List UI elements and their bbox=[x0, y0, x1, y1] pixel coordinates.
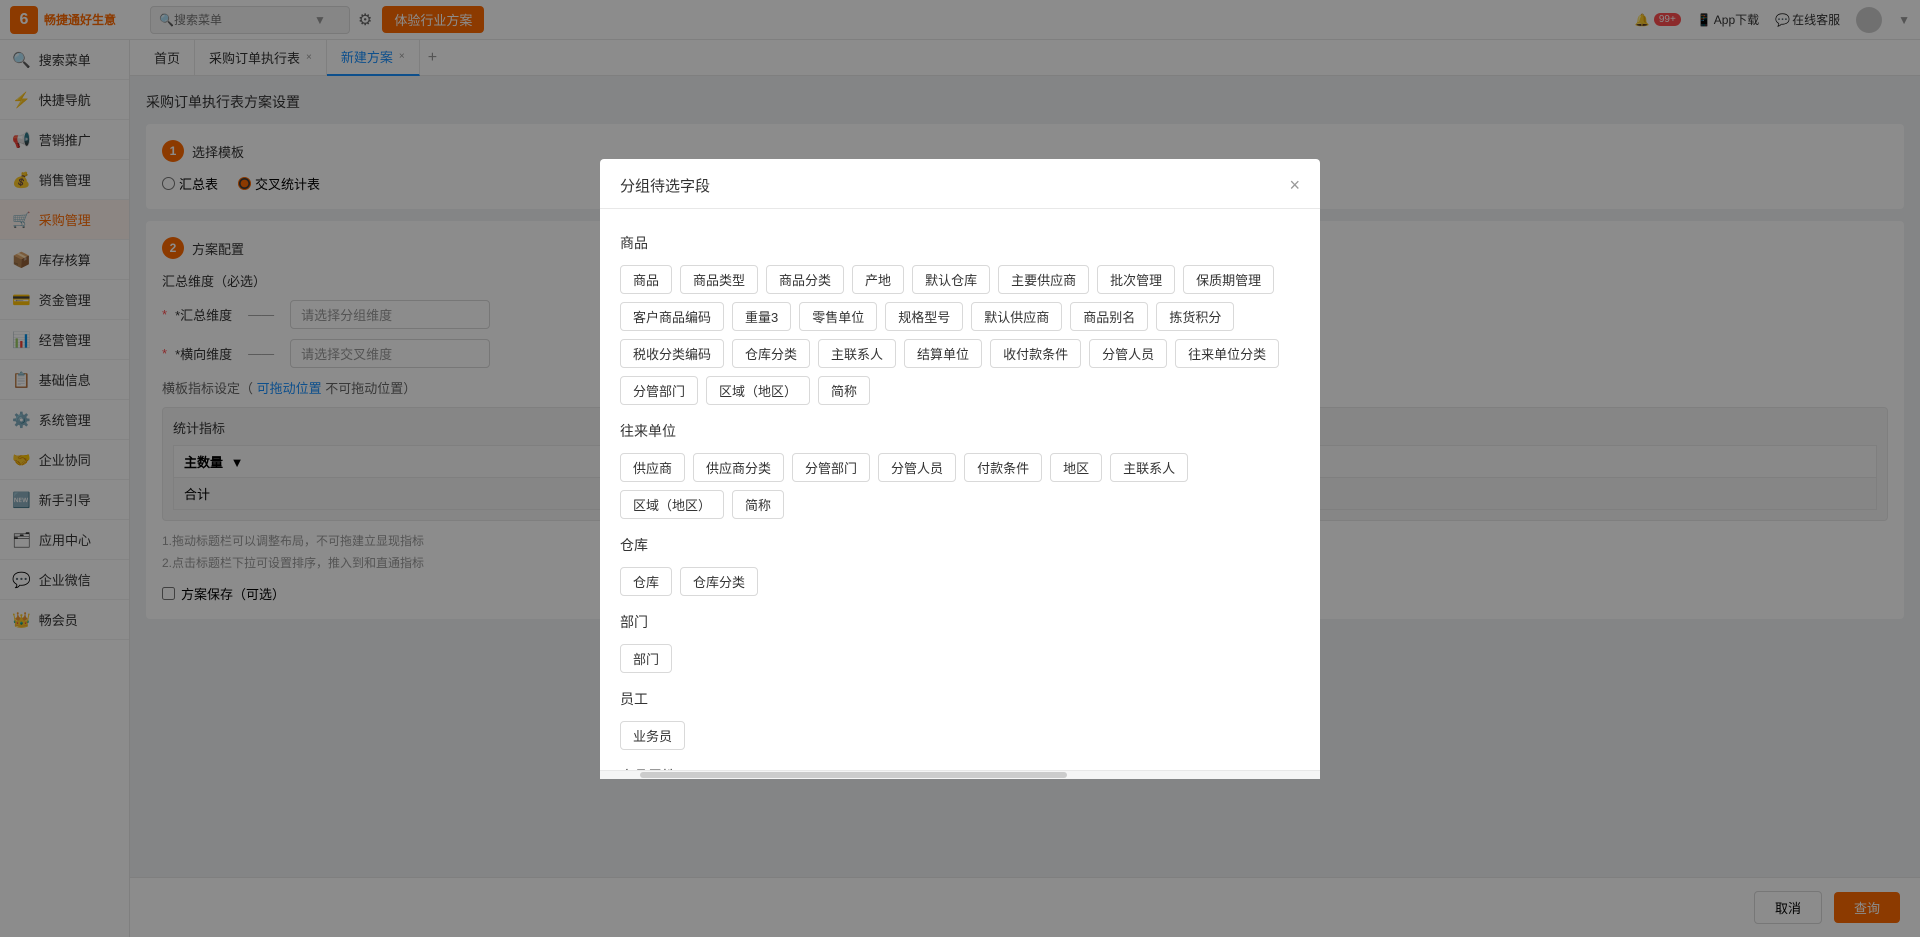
section-title-employee: 员工 bbox=[620, 689, 1300, 709]
field-goods-category[interactable]: 商品分类 bbox=[766, 265, 844, 294]
field-spec-model[interactable]: 规格型号 bbox=[885, 302, 963, 331]
field-warehouse-cat[interactable]: 仓库分类 bbox=[732, 339, 810, 368]
field-shelf-life[interactable]: 保质期管理 bbox=[1183, 265, 1274, 294]
field-origin[interactable]: 产地 bbox=[852, 265, 904, 294]
field-tags-partner: 供应商 供应商分类 分管部门 分管人员 付款条件 地区 主联系人 区域（地区） … bbox=[620, 453, 1300, 519]
field-region[interactable]: 区域（地区） bbox=[706, 376, 810, 405]
field-pay-terms[interactable]: 付款条件 bbox=[964, 453, 1042, 482]
modal-title: 分组待选字段 bbox=[620, 175, 710, 196]
field-tags-dept: 部门 bbox=[620, 644, 1300, 673]
field-warehouse-category[interactable]: 仓库分类 bbox=[680, 567, 758, 596]
modal-overlay[interactable]: 分组待选字段 × 商品 商品 商品类型 商品分类 产地 默认仓库 主要供应商 批… bbox=[0, 0, 1920, 937]
field-supplier[interactable]: 供应商 bbox=[620, 453, 685, 482]
field-main-supplier[interactable]: 主要供应商 bbox=[998, 265, 1089, 294]
field-partner-shortname[interactable]: 简称 bbox=[732, 490, 784, 519]
field-partner-region[interactable]: 区域（地区） bbox=[620, 490, 724, 519]
modal: 分组待选字段 × 商品 商品 商品类型 商品分类 产地 默认仓库 主要供应商 批… bbox=[600, 159, 1320, 779]
modal-body: 商品 商品 商品类型 商品分类 产地 默认仓库 主要供应商 批次管理 保质期管理… bbox=[600, 209, 1320, 771]
field-pick-points[interactable]: 拣货积分 bbox=[1156, 302, 1234, 331]
field-batch-mgmt[interactable]: 批次管理 bbox=[1097, 265, 1175, 294]
field-goods-type[interactable]: 商品类型 bbox=[680, 265, 758, 294]
field-main-contact[interactable]: 主联系人 bbox=[818, 339, 896, 368]
field-goods-alias[interactable]: 商品别名 bbox=[1070, 302, 1148, 331]
field-customer-goods-code[interactable]: 客户商品编码 bbox=[620, 302, 724, 331]
modal-hscroll[interactable] bbox=[600, 770, 1320, 778]
field-weight3[interactable]: 重量3 bbox=[732, 302, 791, 331]
section-title-goods: 商品 bbox=[620, 233, 1300, 253]
section-title-dept: 部门 bbox=[620, 612, 1300, 632]
field-warehouse[interactable]: 仓库 bbox=[620, 567, 672, 596]
section-title-warehouse: 仓库 bbox=[620, 535, 1300, 555]
field-payment-terms[interactable]: 收付款条件 bbox=[990, 339, 1081, 368]
modal-header: 分组待选字段 × bbox=[600, 159, 1320, 209]
field-dept[interactable]: 部门 bbox=[620, 644, 672, 673]
field-partner-person[interactable]: 分管人员 bbox=[878, 453, 956, 482]
field-partner-cat[interactable]: 往来单位分类 bbox=[1175, 339, 1279, 368]
field-salesperson[interactable]: 业务员 bbox=[620, 721, 685, 750]
field-supervisor[interactable]: 分管人员 bbox=[1089, 339, 1167, 368]
field-settlement-unit[interactable]: 结算单位 bbox=[904, 339, 982, 368]
field-tags-employee: 业务员 bbox=[620, 721, 1300, 750]
modal-hscroll-bar bbox=[640, 772, 1067, 778]
field-goods[interactable]: 商品 bbox=[620, 265, 672, 294]
field-supplier-cat[interactable]: 供应商分类 bbox=[693, 453, 784, 482]
section-title-partner: 往来单位 bbox=[620, 421, 1300, 441]
field-mgmt-dept[interactable]: 分管部门 bbox=[620, 376, 698, 405]
field-default-warehouse[interactable]: 默认仓库 bbox=[912, 265, 990, 294]
field-default-supplier[interactable]: 默认供应商 bbox=[971, 302, 1062, 331]
field-tags-goods: 商品 商品类型 商品分类 产地 默认仓库 主要供应商 批次管理 保质期管理 客户… bbox=[620, 265, 1300, 405]
field-tax-code[interactable]: 税收分类编码 bbox=[620, 339, 724, 368]
field-partner-dept[interactable]: 分管部门 bbox=[792, 453, 870, 482]
field-tags-warehouse: 仓库 仓库分类 bbox=[620, 567, 1300, 596]
field-contact-person[interactable]: 主联系人 bbox=[1110, 453, 1188, 482]
modal-close-btn[interactable]: × bbox=[1289, 175, 1300, 196]
field-short-name[interactable]: 简称 bbox=[818, 376, 870, 405]
field-retail-unit[interactable]: 零售单位 bbox=[799, 302, 877, 331]
field-district[interactable]: 地区 bbox=[1050, 453, 1102, 482]
